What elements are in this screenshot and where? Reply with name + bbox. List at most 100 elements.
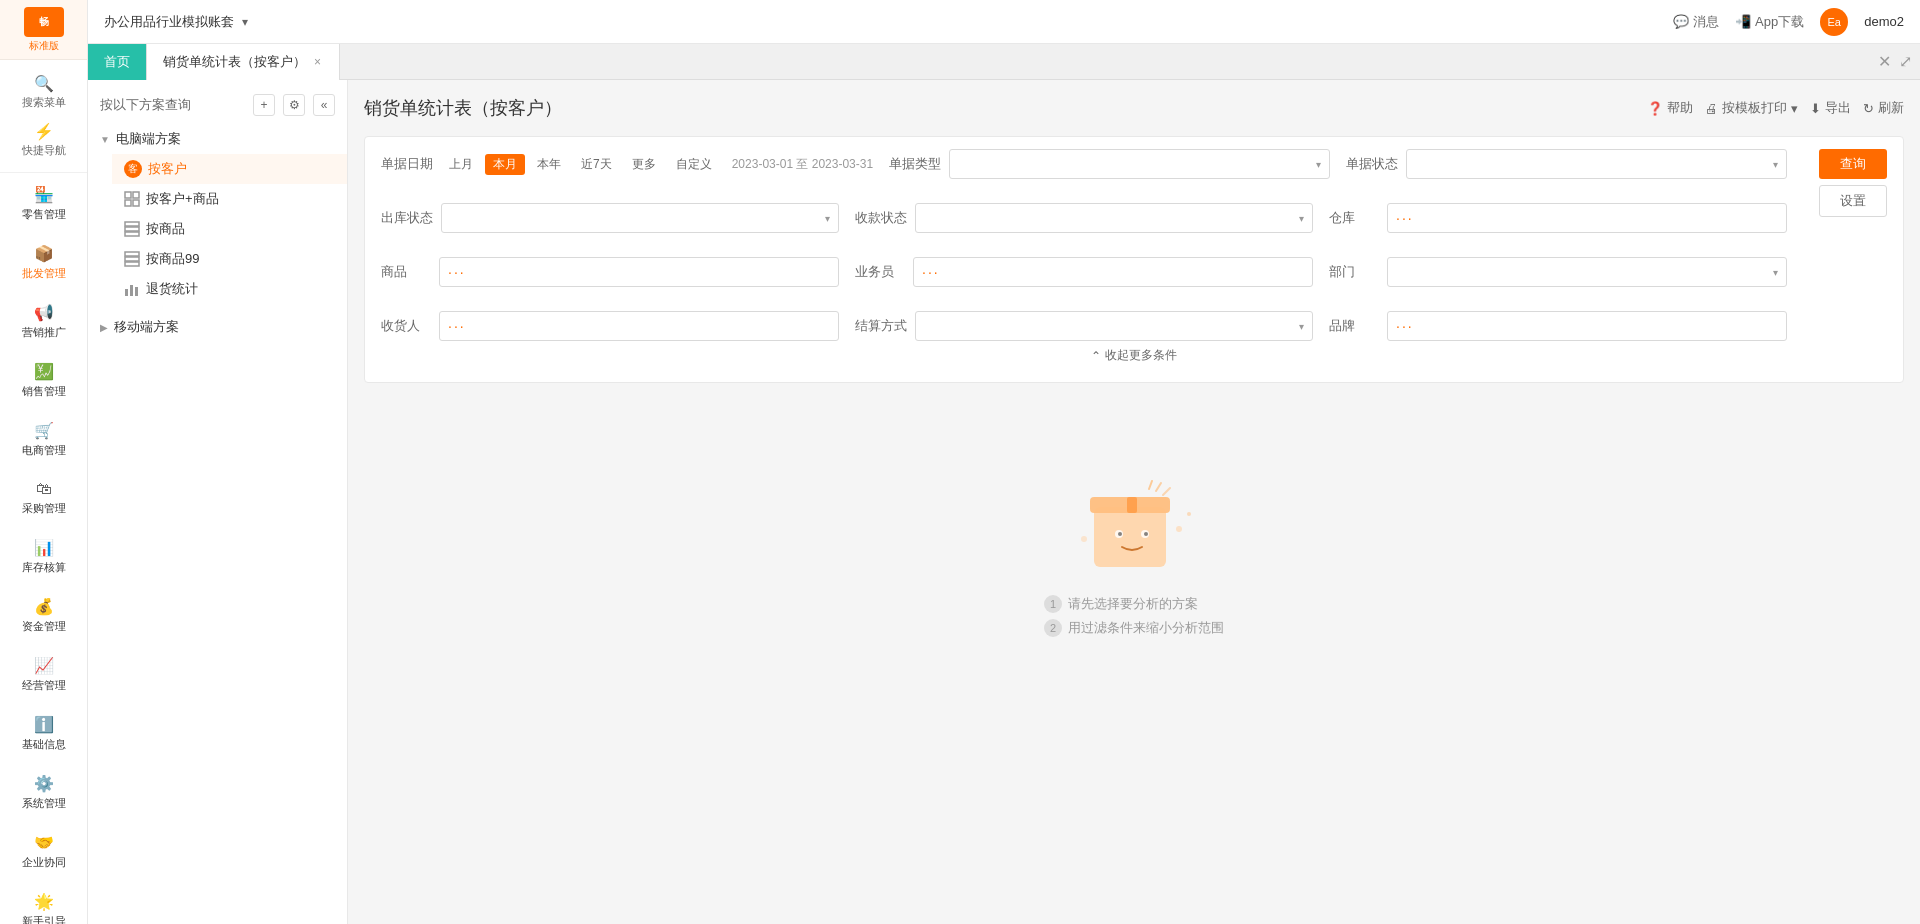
brand-input[interactable]: ··· [1387, 311, 1787, 341]
tab-home[interactable]: 首页 [88, 44, 147, 80]
newbie-icon: 🌟 [34, 892, 54, 911]
industry-title: 办公用品行业模拟账套 [104, 13, 234, 31]
sidebar-item-newbie[interactable]: 🌟 新手引导 [4, 882, 83, 924]
sidebar-inventory-label: 库存核算 [22, 560, 66, 575]
out-status-arrow-icon: ▾ [825, 213, 830, 224]
user-name[interactable]: demo2 [1864, 14, 1904, 29]
app-download-btn[interactable]: 📲 App下载 [1735, 13, 1804, 31]
sidebar-item-finance[interactable]: 💰 资金管理 [4, 587, 83, 644]
refresh-btn[interactable]: ↻ 刷新 [1863, 99, 1904, 117]
logo-symbol: 畅 [39, 15, 49, 29]
industry-dropdown-btn[interactable]: ▾ [242, 15, 248, 29]
filter-date: 单据日期 上月 本月 本年 近7天 更多 自定义 2023-03-01 至 20… [381, 154, 873, 175]
tab-close-btn[interactable]: × [312, 53, 323, 71]
left-panel-header: 按以下方案查询 + ⚙ « [88, 90, 347, 124]
message-icon: 💬 [1673, 14, 1689, 29]
sidebar-item-basic[interactable]: ℹ️ 基础信息 [4, 705, 83, 762]
date-tab-custom[interactable]: 自定义 [668, 154, 720, 175]
message-btn[interactable]: 💬 消息 [1673, 13, 1719, 31]
sidebar-item-enterprise[interactable]: 🤝 企业协同 [4, 823, 83, 880]
goods-input[interactable]: ··· [439, 257, 839, 287]
add-scheme-btn[interactable]: + [253, 94, 275, 116]
sidebar-item-system[interactable]: ⚙️ 系统管理 [4, 764, 83, 821]
date-tab-more[interactable]: 更多 [624, 154, 664, 175]
help-btn[interactable]: ❓ 帮助 [1647, 99, 1693, 117]
sidebar-item-wholesale[interactable]: 📦 批发管理 [4, 234, 83, 291]
filter-settlement: 结算方式 ▾ [855, 311, 1313, 341]
date-tab-thismonth[interactable]: 本月 [485, 154, 525, 175]
tab-expand-btn[interactable]: ⤢ [1899, 52, 1912, 71]
mobile-group[interactable]: ▶ 移动端方案 [88, 312, 347, 342]
out-status-input[interactable]: ▾ [441, 203, 839, 233]
settlement-input[interactable]: ▾ [915, 311, 1313, 341]
doc-status-input[interactable]: ▾ [1406, 149, 1787, 179]
tab-sales-stats[interactable]: 销货单统计表（按客户） × [147, 44, 340, 80]
collapse-panel-btn[interactable]: « [313, 94, 335, 116]
date-range-text: 2023-03-01 至 2023-03-31 [732, 156, 873, 173]
scheme-by-goods[interactable]: 按商品 [112, 214, 347, 244]
scheme-by-customer-label: 按客户 [148, 160, 187, 178]
empty-state: 1 请先选择要分析的方案 2 用过滤条件来缩小分析范围 [364, 399, 1904, 723]
sidebar-item-ecommerce[interactable]: 🛒 电商管理 [4, 411, 83, 468]
tab-controls: ✕ ⤢ [1870, 52, 1920, 71]
svg-rect-16 [1094, 507, 1166, 567]
operation-icon: 📈 [34, 656, 54, 675]
tab-empty-space [340, 44, 1870, 80]
sidebar-sales-label: 销售管理 [22, 384, 66, 399]
sidebar-wholesale-label: 批发管理 [22, 266, 66, 281]
collapse-up-icon: ⌃ [1091, 349, 1101, 363]
app-logo[interactable]: 畅 标准版 [0, 0, 87, 60]
shortcut-nav-btn[interactable]: ⚡ 快捷导航 [6, 116, 81, 164]
page-title-text: 销货单统计表（按客户） [364, 96, 562, 120]
print-dropdown-icon: ▾ [1791, 101, 1798, 116]
doc-type-input[interactable]: ▾ [949, 149, 1330, 179]
date-tab-thisyear[interactable]: 本年 [529, 154, 569, 175]
brand-label: 品牌 [1329, 317, 1379, 335]
print-icon: 🖨 [1705, 101, 1718, 116]
export-btn[interactable]: ⬇ 导出 [1810, 99, 1851, 117]
scheme-by-customer-goods[interactable]: 按客户+商品 [112, 184, 347, 214]
dept-input[interactable]: ▾ [1387, 257, 1787, 287]
svg-line-15 [1163, 488, 1170, 495]
date-tab-lastmonth[interactable]: 上月 [441, 154, 481, 175]
svg-rect-0 [125, 192, 131, 198]
svg-rect-4 [125, 222, 139, 226]
sidebar-item-operation[interactable]: 📈 经营管理 [4, 646, 83, 703]
svg-rect-5 [125, 227, 139, 231]
scheme-by-customer[interactable]: 客 按客户 [112, 154, 347, 184]
print-btn[interactable]: 🖨 按模板打印 ▾ [1705, 99, 1798, 117]
sidebar-item-inventory[interactable]: 📊 库存核算 [4, 528, 83, 585]
sidebar-item-retail[interactable]: 🏪 零售管理 [4, 175, 83, 232]
consignee-input[interactable]: ··· [439, 311, 839, 341]
svg-point-23 [1176, 526, 1182, 532]
tab-close-all-btn[interactable]: ✕ [1878, 52, 1891, 71]
sidebar-item-sales[interactable]: 💹 销售管理 [4, 352, 83, 409]
filter-row-1: 单据日期 上月 本月 本年 近7天 更多 自定义 2023-03-01 至 20… [381, 149, 1787, 179]
scheme-return-stats[interactable]: 退货统计 [112, 274, 347, 304]
salesperson-input[interactable]: ··· [913, 257, 1313, 287]
logo-icon: 畅 [24, 7, 64, 37]
receipt-status-input[interactable]: ▾ [915, 203, 1313, 233]
sales-stats-tab-label: 销货单统计表（按客户） [163, 53, 306, 71]
doc-type-arrow-icon: ▾ [1316, 159, 1321, 170]
date-tab-last7days[interactable]: 近7天 [573, 154, 620, 175]
settings-btn[interactable]: 设置 [1819, 185, 1887, 217]
collapse-bar[interactable]: ⌃ 收起更多条件 [381, 341, 1887, 370]
svg-line-14 [1156, 483, 1161, 491]
filter-out-status: 出库状态 ▾ [381, 203, 839, 233]
warehouse-input[interactable]: ··· [1387, 203, 1787, 233]
scheme-by-goods-99[interactable]: 按商品99 [112, 244, 347, 274]
avatar[interactable]: Ea [1820, 8, 1848, 36]
main-area: 办公用品行业模拟账套 ▾ 💬 消息 📲 App下载 Ea demo2 首页 销货… [88, 0, 1920, 924]
help-icon: ❓ [1647, 101, 1663, 116]
desktop-group[interactable]: ▼ 电脑端方案 [88, 124, 347, 154]
refresh-icon: ↻ [1863, 101, 1874, 116]
settings-scheme-btn[interactable]: ⚙ [283, 94, 305, 116]
sidebar-operation-label: 经营管理 [22, 678, 66, 693]
collapse-label: 收起更多条件 [1105, 347, 1177, 364]
search-menu-btn[interactable]: 🔍 搜索菜单 [6, 68, 81, 116]
svg-rect-3 [133, 200, 139, 206]
sidebar-item-marketing[interactable]: 📢 营销推广 [4, 293, 83, 350]
sidebar-item-purchase[interactable]: 🛍 采购管理 [4, 470, 83, 526]
query-btn[interactable]: 查询 [1819, 149, 1887, 179]
